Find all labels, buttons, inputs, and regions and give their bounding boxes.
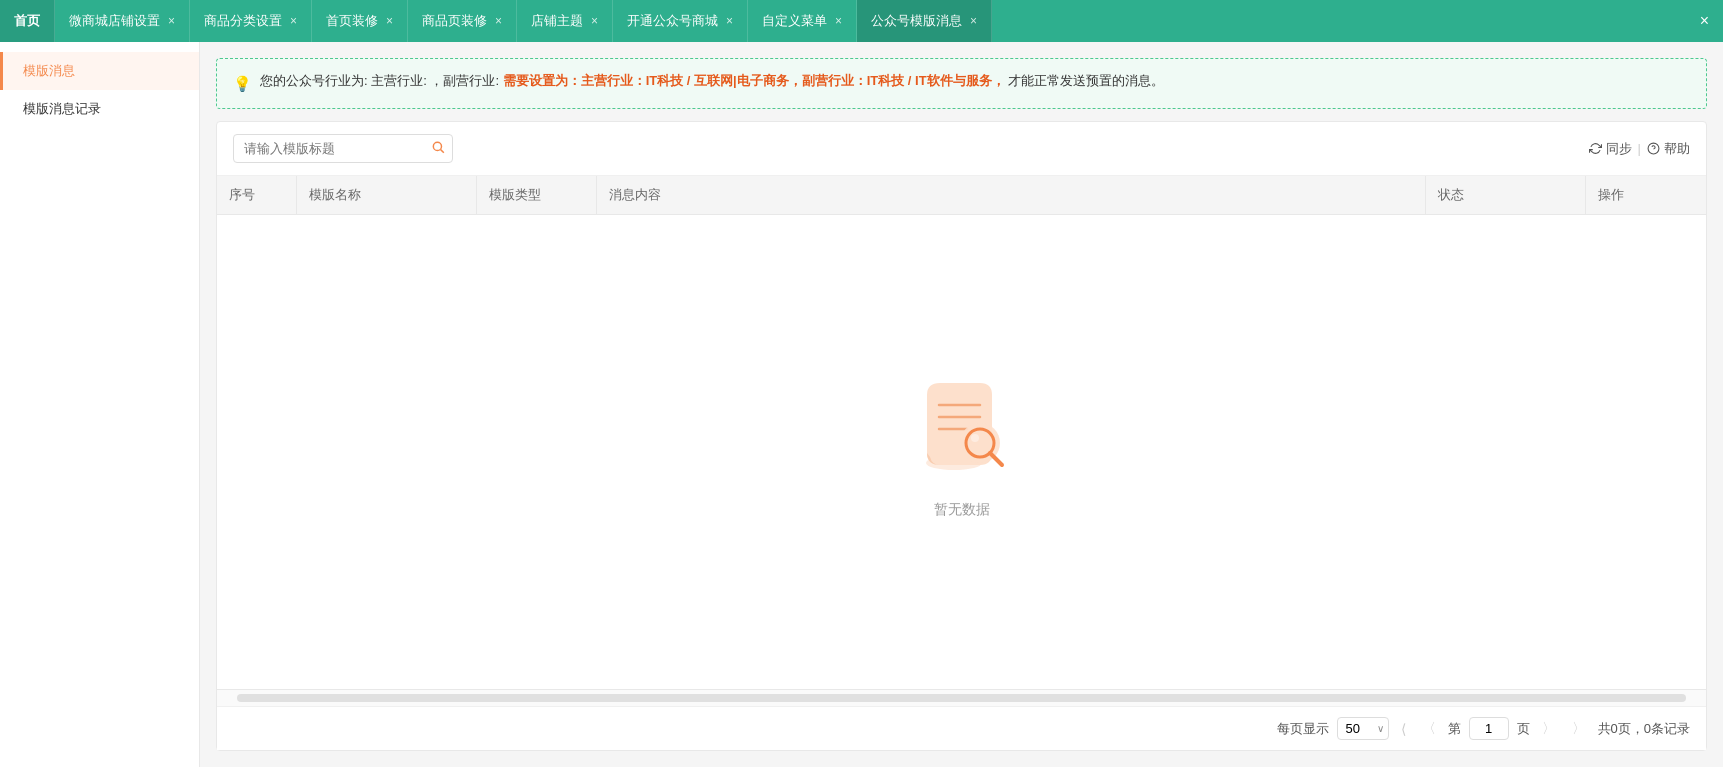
sync-icon	[1589, 142, 1602, 155]
nav-tab-homepage-decor[interactable]: 首页装修 ×	[312, 0, 408, 42]
last-page-button[interactable]: 〉	[1568, 718, 1590, 740]
prev-page-button[interactable]: 〈	[1418, 718, 1440, 740]
page-size-wrap: 10 20 50 100	[1337, 717, 1389, 740]
close-icon[interactable]: ×	[290, 14, 297, 28]
nav-tab-weishop-settings[interactable]: 微商城店铺设置 ×	[55, 0, 190, 42]
total-label: 共0页，0条记录	[1598, 720, 1690, 738]
search-right: 同步 | 帮助	[1589, 140, 1690, 158]
close-icon[interactable]: ×	[591, 14, 598, 28]
search-input[interactable]	[233, 134, 453, 163]
search-input-wrap	[233, 134, 453, 163]
close-icon[interactable]: ×	[835, 14, 842, 28]
nav-tab-custom-menu[interactable]: 自定义菜单 ×	[748, 0, 857, 42]
search-bar: 同步 | 帮助	[217, 122, 1706, 176]
sidebar: 模版消息 模版消息记录	[0, 42, 200, 767]
nav-tab-product-category[interactable]: 商品分类设置 ×	[190, 0, 312, 42]
nav-tab-template-msg[interactable]: 公众号模版消息 ×	[857, 0, 992, 42]
info-banner: 💡 您的公众号行业为: 主营行业: ，副营行业: 需要设置为：主营行业：IT科技…	[216, 58, 1707, 109]
svg-point-11	[971, 434, 979, 442]
close-icon[interactable]: ×	[970, 14, 977, 28]
page-label: 第	[1448, 720, 1461, 738]
sidebar-item-template-msg[interactable]: 模版消息	[0, 52, 199, 90]
bulb-icon: 💡	[233, 72, 252, 96]
col-header-type: 模版类型	[477, 176, 597, 214]
table-container: 同步 | 帮助 序号	[216, 121, 1707, 751]
horizontal-scrollbar[interactable]	[237, 694, 1686, 702]
help-button[interactable]: 帮助	[1647, 140, 1690, 158]
nav-tab-home[interactable]: 首页	[0, 0, 55, 42]
col-header-index: 序号	[217, 176, 297, 214]
svg-line-1	[441, 150, 444, 153]
close-all-button[interactable]: ×	[1686, 0, 1723, 42]
col-header-content: 消息内容	[597, 176, 1426, 214]
search-button[interactable]	[431, 140, 445, 157]
close-icon[interactable]: ×	[495, 14, 502, 28]
top-navigation: 首页 微商城店铺设置 × 商品分类设置 × 首页装修 × 商品页装修 × 店铺主…	[0, 0, 1723, 42]
close-icon[interactable]: ×	[386, 14, 393, 28]
empty-state-illustration	[902, 365, 1022, 485]
main-layout: 模版消息 模版消息记录 💡 您的公众号行业为: 主营行业: ，副营行业: 需要设…	[0, 42, 1723, 767]
sync-button[interactable]: 同步	[1589, 140, 1632, 158]
page-size-label: 每页显示	[1277, 720, 1329, 738]
sidebar-item-template-msg-log[interactable]: 模版消息记录	[0, 90, 199, 128]
pagination: 每页显示 10 20 50 100 ⟨ 〈 第 页 〉 〉 共0页，0条记录	[217, 706, 1706, 750]
nav-tab-open-mall[interactable]: 开通公众号商城 ×	[613, 0, 748, 42]
scrollbar-row	[217, 689, 1706, 706]
content-area: 💡 您的公众号行业为: 主营行业: ，副营行业: 需要设置为：主营行业：IT科技…	[200, 42, 1723, 767]
help-icon	[1647, 142, 1660, 155]
svg-point-0	[433, 142, 441, 150]
table-body-empty: 暂无数据	[217, 215, 1706, 689]
next-page-button[interactable]: 〉	[1538, 718, 1560, 740]
nav-tab-product-decor[interactable]: 商品页装修 ×	[408, 0, 517, 42]
nav-tab-shop-theme[interactable]: 店铺主题 ×	[517, 0, 613, 42]
page-after-label: 页	[1517, 720, 1530, 738]
page-size-select[interactable]: 10 20 50 100	[1337, 717, 1389, 740]
col-header-name: 模版名称	[297, 176, 477, 214]
search-left	[233, 134, 453, 163]
search-icon	[431, 140, 445, 154]
close-icon[interactable]: ×	[168, 14, 175, 28]
info-banner-text: 您的公众号行业为: 主营行业: ，副营行业: 需要设置为：主营行业：IT科技 /…	[260, 71, 1164, 92]
close-icon[interactable]: ×	[726, 14, 733, 28]
table-header: 序号 模版名称 模版类型 消息内容 状态 操作	[217, 176, 1706, 215]
pipe-divider: |	[1638, 141, 1641, 156]
first-page-button[interactable]: ⟨	[1397, 719, 1410, 739]
empty-state-text: 暂无数据	[934, 501, 990, 519]
page-number-input[interactable]	[1469, 717, 1509, 740]
col-header-status: 状态	[1426, 176, 1586, 214]
col-header-action: 操作	[1586, 176, 1706, 214]
